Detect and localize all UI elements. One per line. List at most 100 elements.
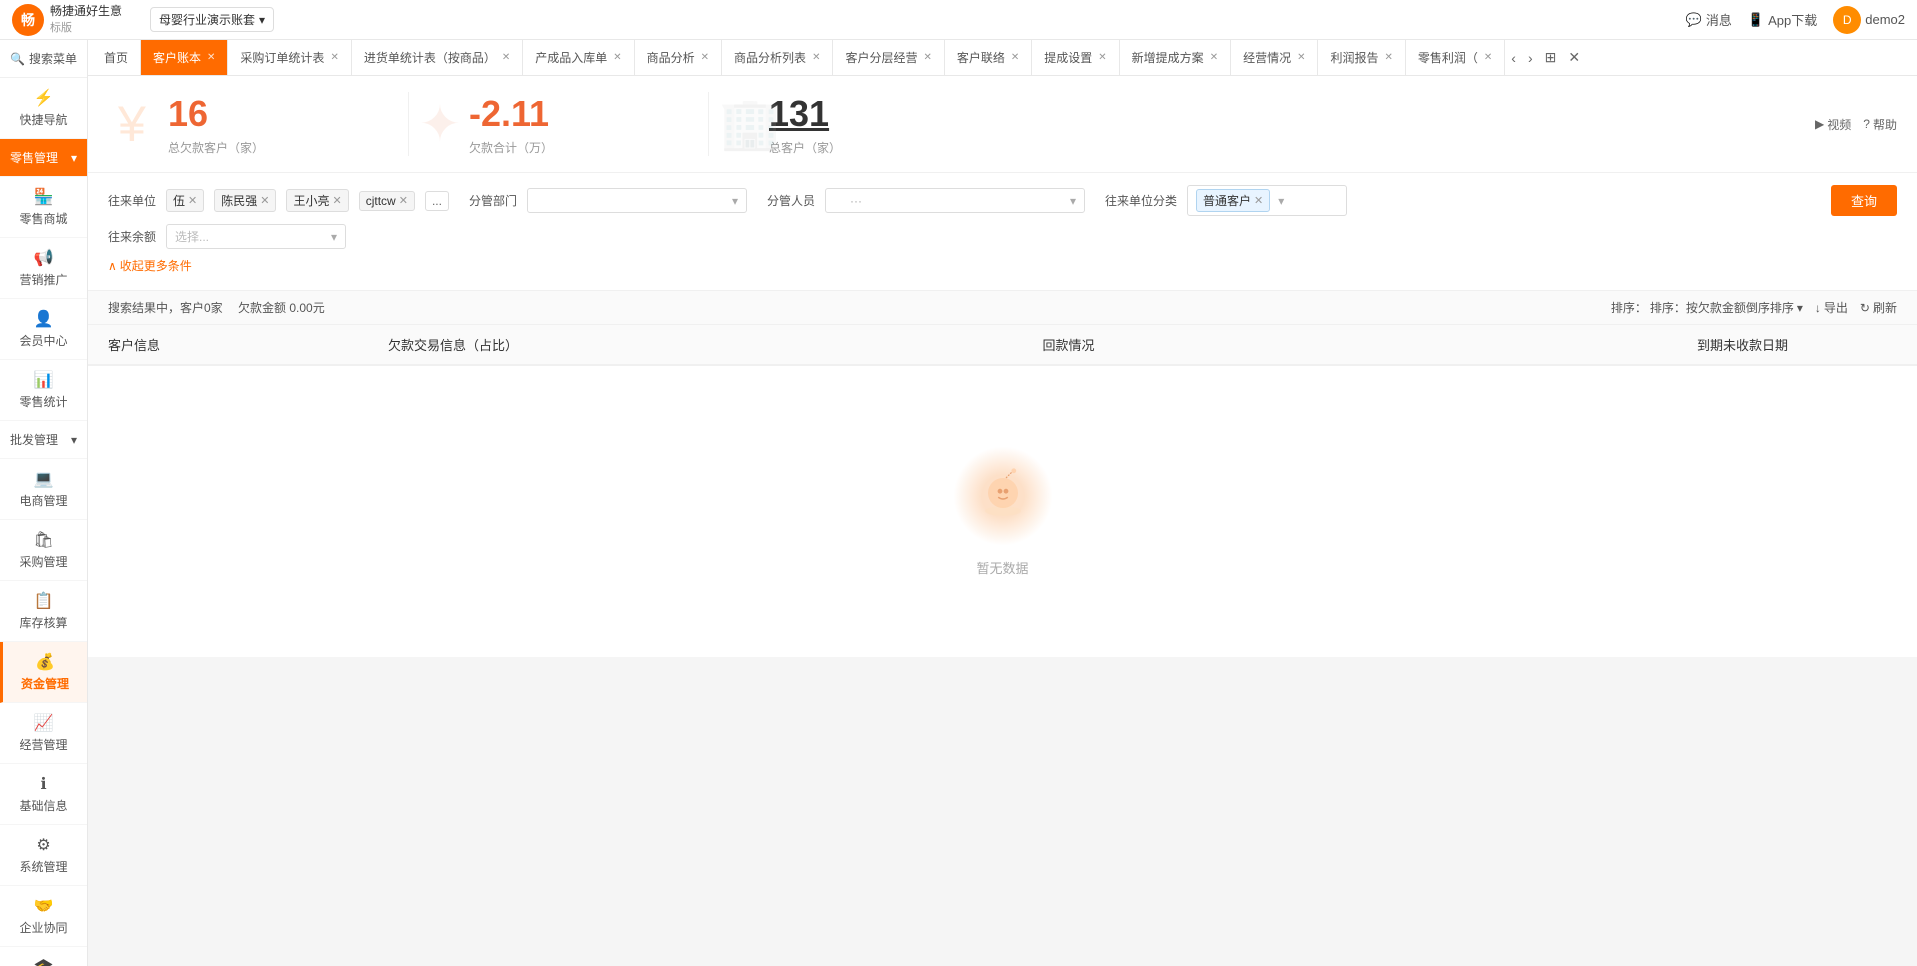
tab-close-customer-tier[interactable]: ✕	[923, 52, 931, 63]
collapse-btn[interactable]: ∧ 收起更多条件	[108, 257, 1897, 274]
stat-block-customers: ¥ 16 总欠款客户（家）	[108, 92, 408, 156]
sidebar-item-new-guide[interactable]: 🎓 新手引导	[0, 947, 87, 966]
person-more-icon[interactable]: ···	[850, 194, 862, 208]
customers-bg-icon: ¥	[118, 95, 146, 153]
filter-tag-cjttcw[interactable]: cjttcw ✕	[359, 191, 415, 211]
tab-commission-settings[interactable]: 提成设置 ✕	[1032, 40, 1119, 76]
filter-tag-wang[interactable]: 王小亮 ✕	[286, 189, 348, 212]
dept-selector[interactable]: ▾	[527, 188, 747, 213]
tab-close-profit-report[interactable]: ✕	[1385, 52, 1393, 63]
org-selector[interactable]: 母婴行业演示账套 ▾	[150, 7, 274, 32]
sort-value: 排序：按欠款金额倒序排序	[1650, 299, 1794, 316]
sidebar-item-quick-nav[interactable]: ⚡ 快捷导航	[0, 78, 87, 139]
sidebar-item-basic-info[interactable]: ℹ 基础信息	[0, 764, 87, 825]
tab-close-retail-profit[interactable]: ✕	[1484, 52, 1492, 63]
top-bar-right: 💬 消息 📱 App下载 D demo2	[1686, 6, 1905, 34]
filter-row-2: 往来余额 选择... ▾	[108, 224, 1897, 249]
remove-tag-cjttcw[interactable]: ✕	[399, 194, 408, 207]
tab-customer-ledger-label: 客户账本	[153, 49, 201, 66]
tab-profit-report[interactable]: 利润报告 ✕	[1318, 40, 1405, 76]
sidebar-item-ops-mgmt[interactable]: 📈 经营管理	[0, 703, 87, 764]
remove-category-tag[interactable]: ✕	[1254, 194, 1263, 207]
filter-row-1: 往来单位 伍 ✕ 陈民强 ✕ 王小亮 ✕ cjttcw	[108, 185, 1897, 216]
app-download-label: App下载	[1768, 10, 1817, 29]
tab-close-product-analysis-list[interactable]: ✕	[812, 52, 820, 63]
tab-prev-btn[interactable]: ‹	[1505, 40, 1522, 76]
video-btn[interactable]: ▶ 视频	[1815, 116, 1851, 133]
sidebar-item-ecommerce[interactable]: 💻 电商管理	[0, 459, 87, 520]
sidebar-item-finance[interactable]: 💰 资金管理	[0, 642, 87, 703]
remove-tag-chen[interactable]: ✕	[260, 194, 269, 207]
tab-close-production[interactable]: ✕	[613, 52, 621, 63]
message-btn[interactable]: 💬 消息	[1686, 10, 1732, 29]
balance-selector[interactable]: 选择... ▾	[166, 224, 346, 249]
result-bar-right: 排序： 排序：按欠款金额倒序排序 ▾ ↓ 导出 ↻ 刷新	[1611, 299, 1897, 316]
refresh-btn[interactable]: ↻ 刷新	[1860, 299, 1897, 316]
main-content: 首页 客户账本 ✕ 采购订单统计表 ✕ 进货单统计表（按商品） ✕ 产成品入库单…	[88, 40, 1917, 966]
tab-customer-tier[interactable]: 客户分层经营 ✕	[833, 40, 944, 76]
query-button[interactable]: 查询	[1831, 185, 1897, 216]
sidebar-item-wholesale-mgmt[interactable]: 批发管理 ▾	[0, 421, 87, 459]
tab-close-all-btn[interactable]: ✕	[1562, 40, 1586, 76]
tab-inbound-stats[interactable]: 进货单统计表（按商品） ✕	[352, 40, 523, 76]
tab-home[interactable]: 首页	[92, 40, 141, 76]
remove-tag-wu[interactable]: ✕	[188, 194, 197, 207]
customers2-bg-icon: 🏢	[719, 95, 781, 154]
remove-tag-wang[interactable]: ✕	[333, 194, 342, 207]
category-selector[interactable]: 普通客户 ✕ ▾	[1187, 185, 1347, 216]
enterprise-coop-label: 企业协同	[19, 919, 67, 936]
result-bar: 搜索结果中，客户0家 欠款金额 0.00元 排序： 排序：按欠款金额倒序排序 ▾…	[88, 291, 1917, 325]
tab-close-commission-settings[interactable]: ✕	[1098, 52, 1106, 63]
sidebar-item-sys-mgmt[interactable]: ⚙ 系统管理	[0, 825, 87, 886]
filter-tag-more[interactable]: ...	[425, 191, 449, 211]
tab-close-customer-contact[interactable]: ✕	[1011, 52, 1019, 63]
sidebar-item-retail-stats[interactable]: 📊 零售统计	[0, 360, 87, 421]
export-btn[interactable]: ↓ 导出	[1815, 299, 1848, 316]
sidebar-item-retail-mall[interactable]: 🏪 零售商城	[0, 177, 87, 238]
tab-close-ops-situation[interactable]: ✕	[1297, 52, 1305, 63]
help-btn[interactable]: ? 帮助	[1863, 116, 1897, 133]
logo-text-block: 畅捷通好生意 标版	[50, 4, 122, 34]
sort-selector[interactable]: 排序： 排序：按欠款金额倒序排序 ▾	[1611, 299, 1803, 316]
tab-purchase-order[interactable]: 采购订单统计表 ✕	[228, 40, 351, 76]
balance-placeholder: 选择...	[175, 228, 209, 245]
tab-customer-ledger[interactable]: 客户账本 ✕	[141, 40, 228, 76]
dept-arrow-icon: ▾	[732, 194, 738, 208]
basic-info-label: 基础信息	[19, 797, 67, 814]
ecommerce-icon: 💻	[34, 469, 54, 489]
person-selector[interactable]: ··· ▾	[825, 188, 1085, 213]
tab-close-product-analysis[interactable]: ✕	[701, 52, 709, 63]
quick-nav-icon: ⚡	[34, 88, 54, 108]
tab-customer-contact-label: 客户联络	[957, 49, 1005, 66]
help-icon: ?	[1863, 117, 1870, 131]
tab-new-commission[interactable]: 新增提成方案 ✕	[1120, 40, 1231, 76]
tab-customer-contact[interactable]: 客户联络 ✕	[945, 40, 1032, 76]
filter-collapse-row: ∧ 收起更多条件	[108, 257, 1897, 274]
tab-close-new-commission[interactable]: ✕	[1210, 52, 1218, 63]
total-customers-value: 16	[168, 92, 208, 135]
sidebar-item-marketing[interactable]: 📢 营销推广	[0, 238, 87, 299]
tab-product-analysis-list[interactable]: 商品分析列表 ✕	[722, 40, 833, 76]
col-repayment: 回款情况	[1043, 335, 1698, 354]
sidebar-item-purchase-mgmt[interactable]: 🛍 采购管理	[0, 520, 87, 581]
tab-ops-situation[interactable]: 经营情况 ✕	[1231, 40, 1318, 76]
tab-close-purchase-order[interactable]: ✕	[330, 52, 338, 63]
dept-filter-label: 分管部门	[469, 192, 517, 209]
app-download-btn[interactable]: 📱 App下载	[1748, 10, 1817, 29]
user-profile[interactable]: D demo2	[1833, 6, 1905, 34]
sidebar-item-retail-mgmt[interactable]: 零售管理 ▾	[0, 139, 87, 177]
filter-tag-chen[interactable]: 陈民强 ✕	[214, 189, 276, 212]
filter-tag-wu[interactable]: 伍 ✕	[166, 189, 204, 212]
tab-next-btn[interactable]: ›	[1522, 40, 1539, 76]
tab-retail-profit[interactable]: 零售利润（ ✕	[1406, 40, 1505, 76]
tab-expand-btn[interactable]: ⊞	[1539, 40, 1563, 76]
sidebar-search[interactable]: 🔍 搜索菜单	[0, 40, 87, 78]
tab-production[interactable]: 产成品入库单 ✕	[523, 40, 634, 76]
sidebar-item-inventory[interactable]: 📋 库存核算	[0, 581, 87, 642]
sidebar-item-enterprise-coop[interactable]: 🤝 企业协同	[0, 886, 87, 947]
tab-close-customer-ledger[interactable]: ✕	[207, 52, 215, 63]
tab-close-inbound-stats[interactable]: ✕	[502, 52, 510, 63]
sidebar-item-member-center[interactable]: 👤 会员中心	[0, 299, 87, 360]
col-customer-info: 客户信息	[108, 335, 388, 354]
tab-product-analysis[interactable]: 商品分析 ✕	[635, 40, 722, 76]
